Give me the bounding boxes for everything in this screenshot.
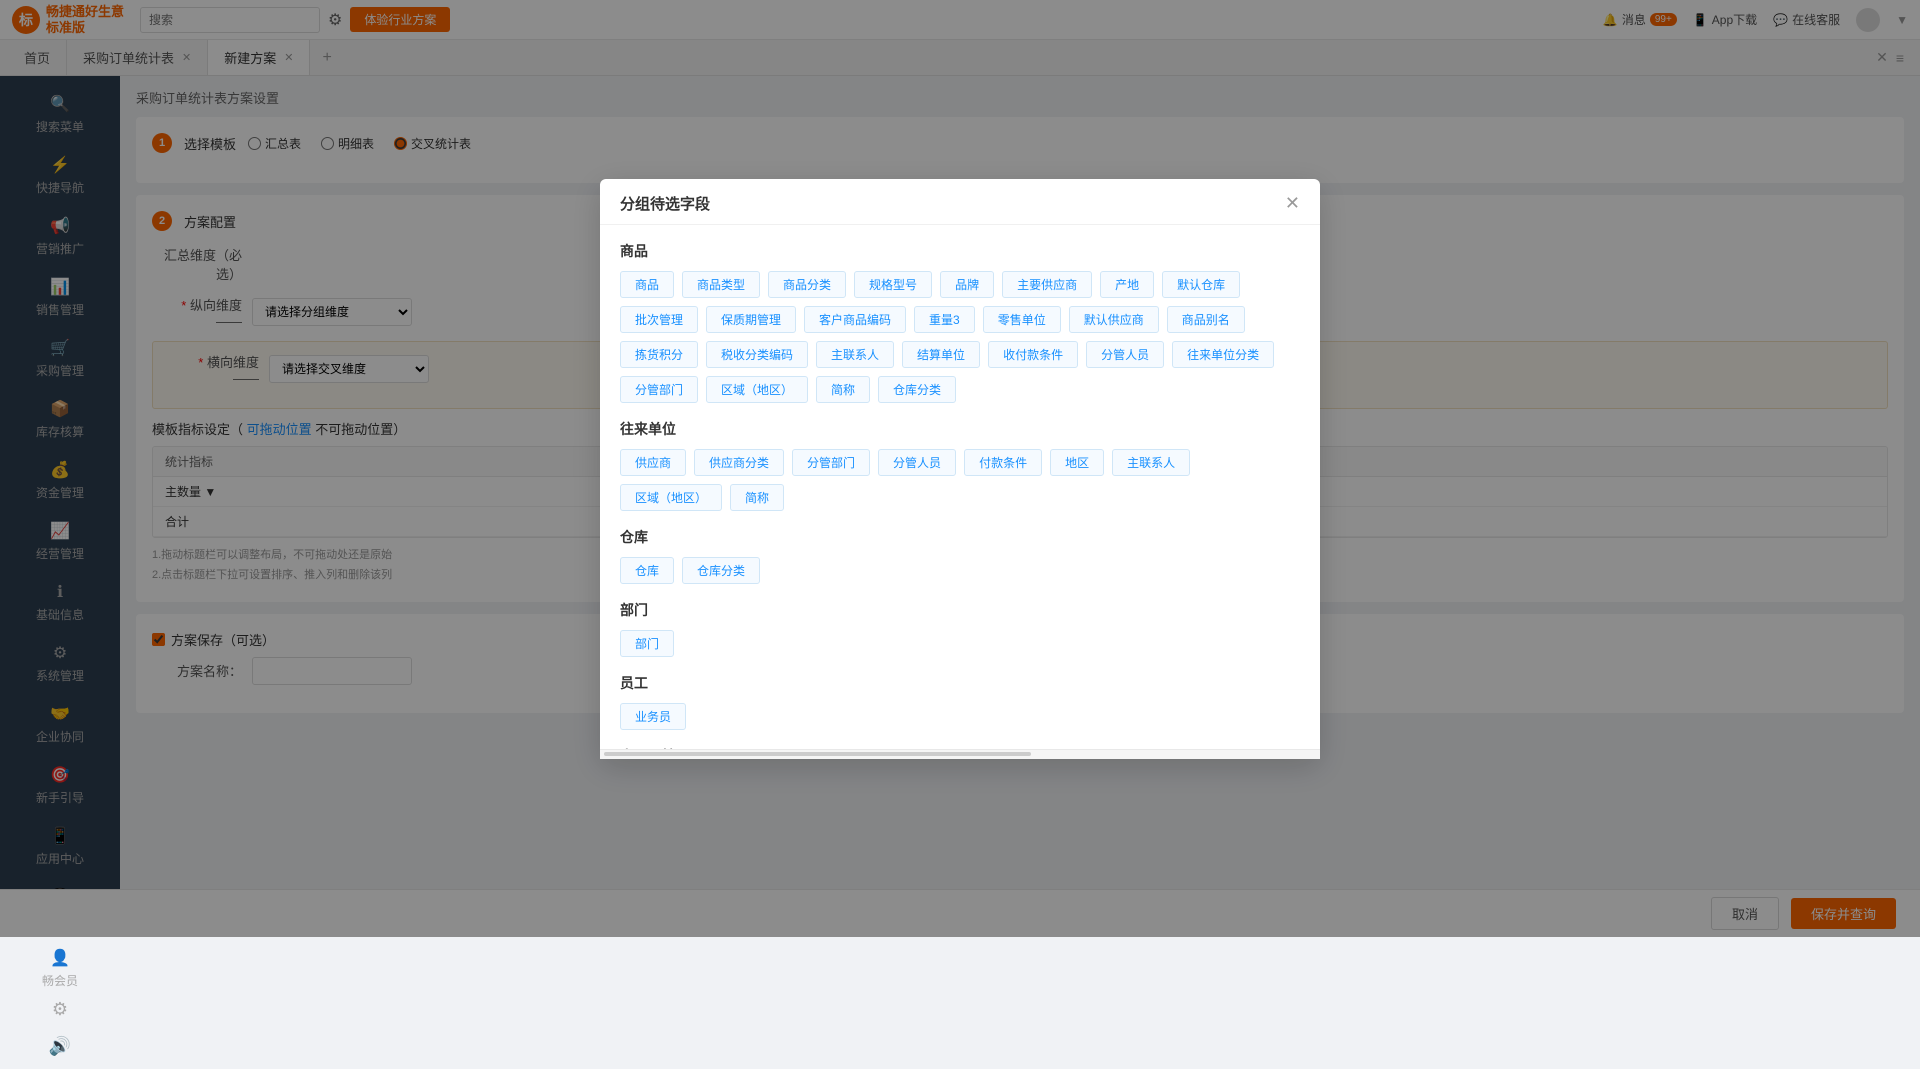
field-supplier[interactable]: 供应商 xyxy=(620,449,686,476)
sidebar-sound-icon[interactable]: 🔊 xyxy=(49,1036,71,1057)
field-goods[interactable]: 商品 xyxy=(620,271,674,298)
section-partner-title: 往来单位 xyxy=(620,419,1300,439)
section-dept-fields: 部门 xyxy=(620,630,1300,657)
modal-header: 分组待选字段 ✕ xyxy=(600,179,1320,225)
field-warehouse[interactable]: 仓库 xyxy=(620,557,674,584)
sidebar-settings-icon[interactable]: ⚙ xyxy=(52,999,68,1020)
field-weight3[interactable]: 重量3 xyxy=(914,306,975,333)
field-main-supplier[interactable]: 主要供应商 xyxy=(1002,271,1092,298)
field-customer-code[interactable]: 客户商品编码 xyxy=(804,306,906,333)
section-dept-title: 部门 xyxy=(620,600,1300,620)
modal-close-btn[interactable]: ✕ xyxy=(1285,194,1300,212)
field-dept-partner[interactable]: 分管部门 xyxy=(792,449,870,476)
field-region-goods[interactable]: 区域（地区） xyxy=(706,376,808,403)
field-tax-code[interactable]: 税收分类编码 xyxy=(706,341,808,368)
field-abbr-goods[interactable]: 简称 xyxy=(816,376,870,403)
field-admin-dept[interactable]: 分管部门 xyxy=(620,376,698,403)
field-origin[interactable]: 产地 xyxy=(1100,271,1154,298)
field-retail-unit[interactable]: 零售单位 xyxy=(983,306,1061,333)
field-partner-cat[interactable]: 往来单位分类 xyxy=(1172,341,1274,368)
sidebar-item-member[interactable]: 👤 畅会员 xyxy=(0,938,120,999)
modal-title: 分组待选字段 xyxy=(620,193,710,214)
field-brand[interactable]: 品牌 xyxy=(940,271,994,298)
field-warehouse-cat-goods[interactable]: 仓库分类 xyxy=(878,376,956,403)
modal-overlay: 分组待选字段 ✕ 商品 商品 商品类型 商品分类 规格型号 品牌 主要供应商 产… xyxy=(0,0,1920,937)
section-staff-title: 员工 xyxy=(620,673,1300,693)
field-sales-person[interactable]: 业务员 xyxy=(620,703,686,730)
field-pick-score[interactable]: 拣货积分 xyxy=(620,341,698,368)
modal-body: 商品 商品 商品类型 商品分类 规格型号 品牌 主要供应商 产地 默认仓库 批次… xyxy=(600,225,1320,749)
field-expiry-mgmt[interactable]: 保质期管理 xyxy=(706,306,796,333)
modal-hscroll[interactable] xyxy=(600,749,1320,759)
field-main-contact-partner[interactable]: 主联系人 xyxy=(1112,449,1190,476)
section-goods-fields: 商品 商品类型 商品分类 规格型号 品牌 主要供应商 产地 默认仓库 批次管理 … xyxy=(620,271,1300,403)
field-settle-unit[interactable]: 结算单位 xyxy=(902,341,980,368)
modal: 分组待选字段 ✕ 商品 商品 商品类型 商品分类 规格型号 品牌 主要供应商 产… xyxy=(600,179,1320,759)
member-icon: 👤 xyxy=(50,948,70,968)
field-abbr-partner[interactable]: 简称 xyxy=(730,484,784,511)
section-partner-fields: 供应商 供应商分类 分管部门 分管人员 付款条件 地区 主联系人 区域（地区） … xyxy=(620,449,1300,511)
field-admin-person[interactable]: 分管人员 xyxy=(1086,341,1164,368)
field-default-supplier[interactable]: 默认供应商 xyxy=(1069,306,1159,333)
field-payment-terms[interactable]: 收付款条件 xyxy=(988,341,1078,368)
field-goods-alias[interactable]: 商品别名 xyxy=(1167,306,1245,333)
field-area[interactable]: 地区 xyxy=(1050,449,1104,476)
section-staff-fields: 业务员 xyxy=(620,703,1300,730)
field-payment-cond[interactable]: 付款条件 xyxy=(964,449,1042,476)
section-goods-title: 商品 xyxy=(620,241,1300,261)
field-warehouse-cat[interactable]: 仓库分类 xyxy=(682,557,760,584)
field-region-partner[interactable]: 区域（地区） xyxy=(620,484,722,511)
field-spec-model[interactable]: 规格型号 xyxy=(854,271,932,298)
field-batch-mgmt[interactable]: 批次管理 xyxy=(620,306,698,333)
field-supplier-cat[interactable]: 供应商分类 xyxy=(694,449,784,476)
section-warehouse-title: 仓库 xyxy=(620,527,1300,547)
field-dept[interactable]: 部门 xyxy=(620,630,674,657)
field-goods-cat[interactable]: 商品分类 xyxy=(768,271,846,298)
field-default-warehouse[interactable]: 默认仓库 xyxy=(1162,271,1240,298)
section-warehouse-fields: 仓库 仓库分类 xyxy=(620,557,1300,584)
hscroll-thumb[interactable] xyxy=(604,752,1031,756)
sidebar-item-member-label: 畅会员 xyxy=(42,972,78,989)
field-main-contact[interactable]: 主联系人 xyxy=(816,341,894,368)
sidebar-bottom: ⚙ 🔊 xyxy=(49,999,71,1069)
field-admin-person-partner[interactable]: 分管人员 xyxy=(878,449,956,476)
field-goods-type[interactable]: 商品类型 xyxy=(682,271,760,298)
